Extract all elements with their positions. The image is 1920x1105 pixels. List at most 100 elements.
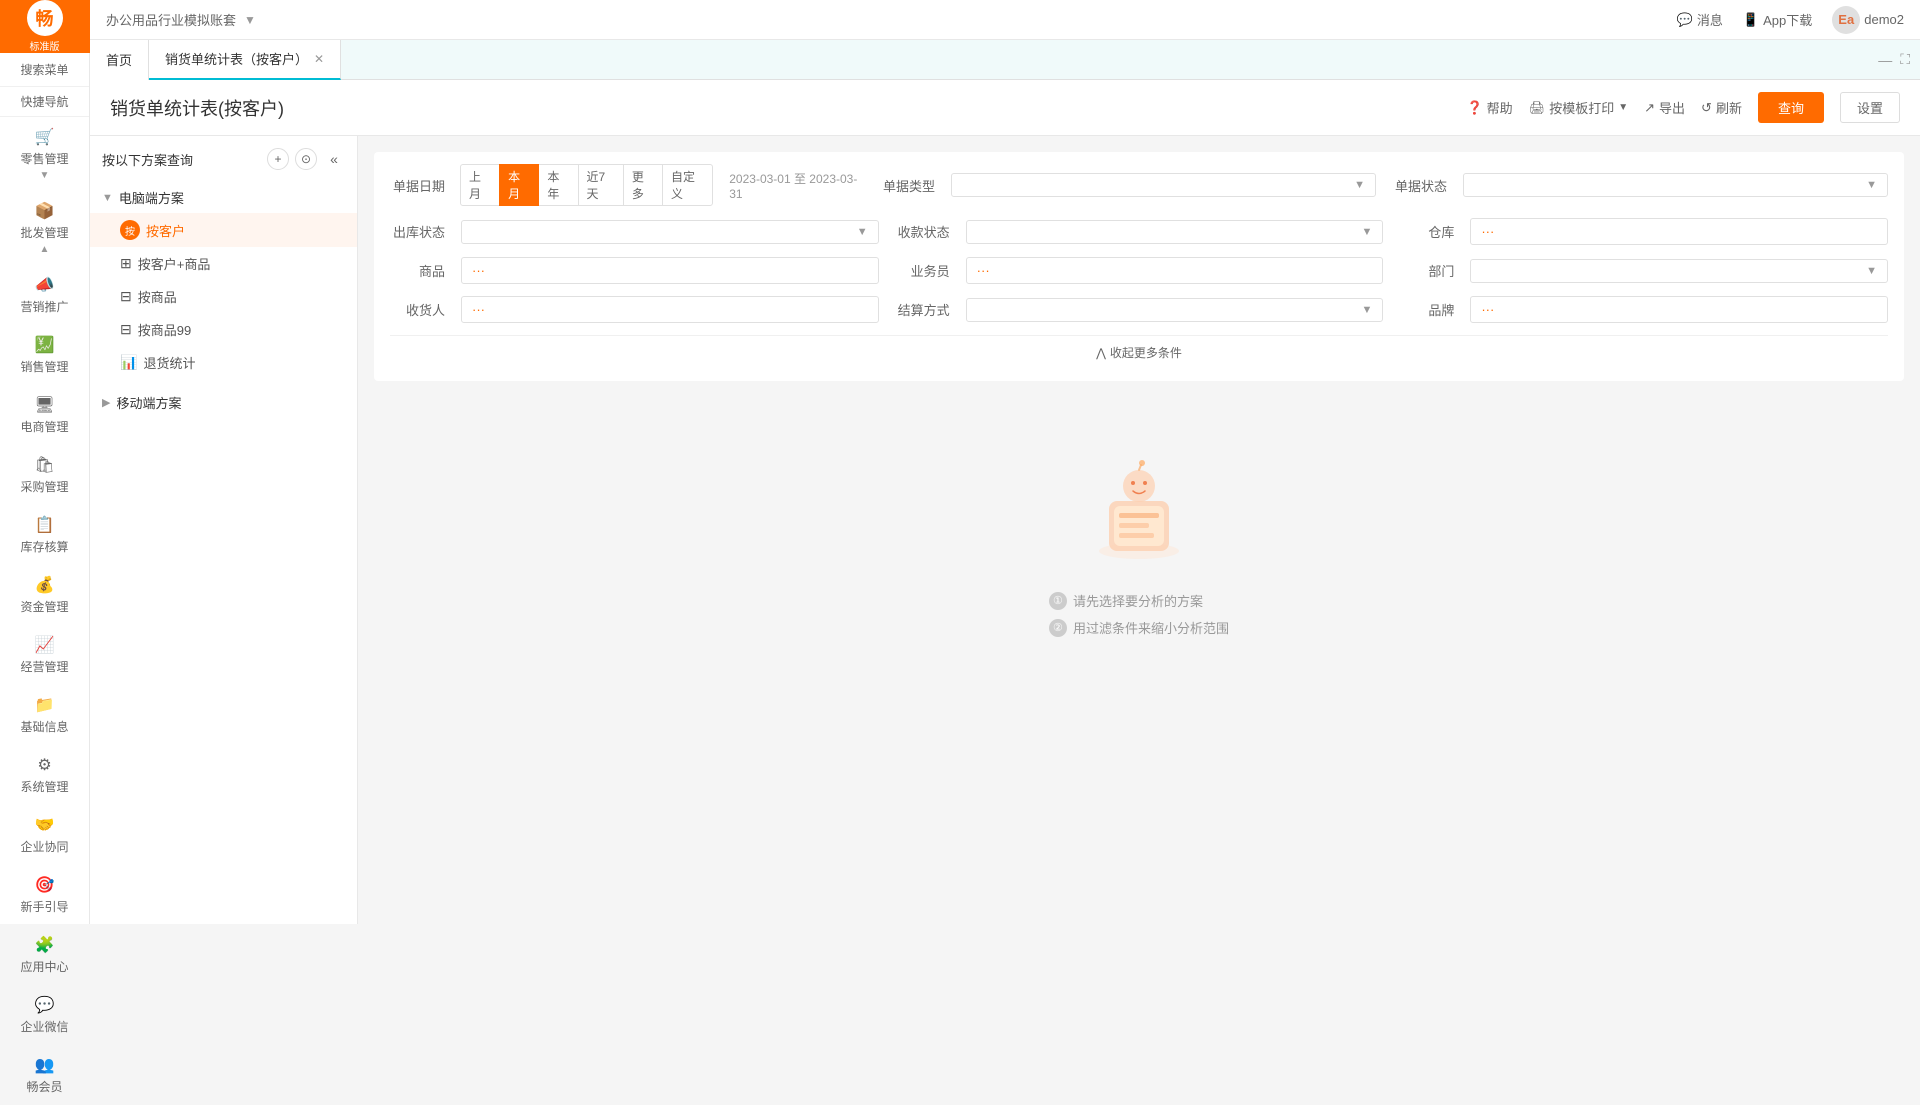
message-button[interactable]: 💬 消息 [1677, 10, 1723, 29]
refresh-button[interactable]: ↺ 刷新 [1701, 98, 1742, 117]
sidebar-item-collab[interactable]: 🤝 企业协同 [0, 805, 89, 865]
status-label: 单据状态 [1392, 176, 1447, 195]
sidebar-item-finance[interactable]: 💰 资金管理 [0, 565, 89, 625]
settings-button[interactable]: 设置 [1840, 92, 1900, 123]
scheme-label: 按商品 [138, 287, 177, 306]
user-menu[interactable]: Ea demo2 [1832, 6, 1904, 34]
sidebar-item-label: 应用中心 [20, 958, 68, 975]
add-scheme-button[interactable]: + [267, 148, 289, 170]
purchase-icon: 🛍 [34, 455, 54, 475]
user-label: demo2 [1864, 12, 1904, 27]
warehouse-label: 仓库 [1399, 222, 1454, 241]
export-label: 导出 [1659, 98, 1685, 117]
tab-home[interactable]: 首页 [90, 40, 149, 80]
tab-close-button[interactable]: ✕ [314, 52, 324, 66]
scheme-by-goods[interactable]: ⊟ 按商品 [90, 280, 357, 313]
sidebar-item-label: 企业协同 [20, 838, 68, 855]
scheme-by-customer-goods[interactable]: ⊞ 按客户+商品 [90, 247, 357, 280]
sidebar-search[interactable]: 搜索菜单 [0, 53, 89, 87]
goods-select[interactable]: ··· [461, 257, 879, 284]
outbound-select[interactable]: ▼ [461, 220, 879, 244]
sidebar-item-wechat[interactable]: 💬 企业微信 [0, 985, 89, 1045]
sidebar-item-apps[interactable]: 🧩 应用中心 [0, 925, 89, 985]
sidebar-item-operations[interactable]: 📈 经营管理 [0, 625, 89, 685]
warehouse-select[interactable]: ··· [1470, 218, 1888, 245]
salesman-dots: ··· [977, 263, 990, 278]
date-tab-this-month[interactable]: 本月 [499, 164, 539, 206]
tab-maximize-icon[interactable]: ⛶ [1900, 51, 1910, 68]
mobile-section-header[interactable]: ▶ 移动端方案 [90, 387, 357, 418]
export-button[interactable]: ↗ 导出 [1644, 98, 1685, 117]
help-icon: ❓ [1466, 100, 1482, 116]
scheme-refund-stats[interactable]: 📊 退货统计 [90, 346, 357, 379]
sidebar-item-purchase[interactable]: 🛍 采购管理 [0, 445, 89, 505]
filter-row-1: 单据日期 上月 本月 本年 近7天 更多 自定义 2023-03-01 至 20… [390, 164, 1888, 206]
empty-state: ① 请先选择要分析的方案 ② 用过滤条件来缩小分析范围 [374, 391, 1904, 705]
sidebar-item-system[interactable]: ⚙ 系统管理 [0, 745, 89, 805]
scheme-by-customer[interactable]: 按 按客户 [90, 213, 357, 247]
desktop-section-header[interactable]: ▼ 电脑端方案 [90, 182, 357, 213]
print-button[interactable]: 🖨 按模板打印 ▼ [1529, 98, 1628, 117]
receipt-select[interactable]: ▼ [966, 220, 1384, 244]
app-download-button[interactable]: 📱 App下载 [1743, 10, 1812, 29]
tab-minimize-icon[interactable]: — [1878, 52, 1892, 68]
date-tab-last-month[interactable]: 上月 [460, 164, 500, 206]
date-tab-7days[interactable]: 近7天 [578, 164, 624, 206]
empty-tips: ① 请先选择要分析的方案 ② 用过滤条件来缩小分析范围 [1049, 591, 1229, 645]
type-select[interactable]: ▼ [951, 173, 1376, 197]
goods-label: 商品 [390, 261, 445, 280]
receipt-chevron-icon: ▼ [1361, 226, 1372, 238]
export-icon: ↗ [1644, 100, 1655, 116]
collapse-filters-button[interactable]: ⋀ 收起更多条件 [390, 335, 1888, 369]
help-button[interactable]: ❓ 帮助 [1466, 98, 1512, 117]
date-tab-this-year[interactable]: 本年 [538, 164, 578, 206]
scheme-icon: ⊞ [120, 255, 132, 272]
empty-illustration [1079, 451, 1199, 571]
logo: 畅 标准版 [0, 0, 90, 53]
sidebar-quick-nav[interactable]: 快捷导航 [0, 87, 89, 117]
settlement-select[interactable]: ▼ [966, 298, 1384, 322]
date-tab-custom[interactable]: 自定义 [662, 164, 713, 206]
sidebar-item-basic[interactable]: 📁 基础信息 [0, 685, 89, 745]
sidebar-item-retail[interactable]: 🛒 零售管理 ▼ [0, 117, 89, 191]
scheme-icon: ⊟ [120, 288, 132, 305]
sidebar-item-marketing[interactable]: 📣 营销推广 [0, 265, 89, 325]
sidebar-item-inventory[interactable]: 📋 库存核算 [0, 505, 89, 565]
outbound-label: 出库状态 [390, 222, 445, 241]
tab-report[interactable]: 销货单统计表（按客户） ✕ [149, 40, 341, 80]
collapse-panel-button[interactable]: « [323, 148, 345, 170]
edit-scheme-button[interactable]: ⊙ [295, 148, 317, 170]
tip-num-2: ② [1049, 619, 1067, 637]
section-label: 移动端方案 [116, 393, 181, 412]
date-label: 单据日期 [390, 176, 445, 195]
date-range: 2023-03-01 至 2023-03-31 [729, 170, 864, 201]
salesman-select[interactable]: ··· [966, 257, 1384, 284]
tabs-right-actions: — ⛶ [1878, 51, 1920, 68]
scheme-by-goods99[interactable]: ⊟ 按商品99 [90, 313, 357, 346]
dropdown-arrow-icon[interactable]: ▼ [244, 13, 256, 27]
sidebar-item-guide[interactable]: 🎯 新手引导 [0, 865, 89, 925]
brand-select[interactable]: ··· [1470, 296, 1888, 323]
sidebar-item-ecom[interactable]: 🖥 电商管理 [0, 385, 89, 445]
status-select[interactable]: ▼ [1463, 173, 1888, 197]
query-button[interactable]: 查询 [1758, 92, 1824, 123]
sidebar-item-member[interactable]: 👥 畅会员 [0, 1045, 89, 1105]
sidebar-item-label: 企业微信 [20, 1018, 68, 1035]
inventory-icon: 📋 [35, 515, 55, 535]
dept-select[interactable]: ▼ [1470, 259, 1888, 283]
collapse-label: 收起更多条件 [1110, 344, 1182, 361]
desktop-section: ▼ 电脑端方案 按 按客户 ⊞ 按客户+商品 ⊟ 按商品 [90, 178, 357, 383]
sidebar-item-sales[interactable]: 💹 销售管理 [0, 325, 89, 385]
sidebar-item-wholesale[interactable]: 📦 批发管理 ▲ [0, 191, 89, 265]
wechat-icon: 💬 [35, 995, 55, 1015]
receiver-select[interactable]: ··· [461, 296, 879, 323]
empty-tip-2: ② 用过滤条件来缩小分析范围 [1049, 618, 1229, 637]
topbar-left: 办公用品行业模拟账套 ▼ [106, 10, 256, 29]
main-area: 办公用品行业模拟账套 ▼ 💬 消息 📱 App下载 Ea demo2 首页 [90, 0, 1920, 924]
section-arrow-icon: ▼ [102, 192, 113, 204]
filter-row-3: 商品 ··· 业务员 ··· 部门 ▼ [390, 257, 1888, 284]
tip-text-2: 用过滤条件来缩小分析范围 [1073, 618, 1229, 637]
tab-report-label: 销货单统计表（按客户） [165, 49, 308, 68]
date-tab-more[interactable]: 更多 [623, 164, 663, 206]
sales-icon: 💹 [35, 335, 55, 355]
